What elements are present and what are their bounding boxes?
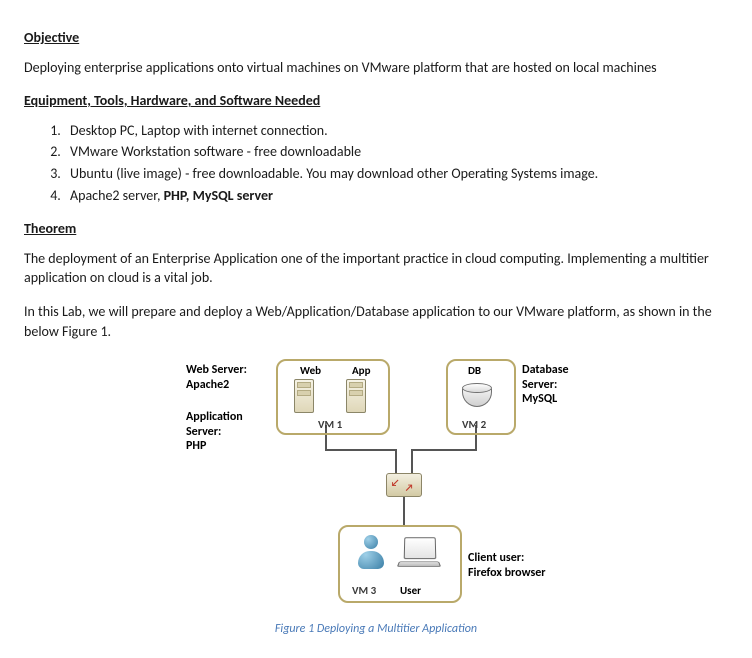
app-server-line1: Application: [186, 410, 243, 424]
objective-heading: Objective: [24, 28, 728, 48]
list-item: VMware Workstation software - free downl…: [64, 142, 728, 162]
db-server-line1: Database: [522, 363, 569, 377]
app-label: App: [352, 363, 370, 378]
laptop-icon: [398, 537, 438, 565]
app-server-icon: [346, 379, 366, 419]
web-server-line1: Web Server:: [186, 363, 247, 377]
web-server-line2: Apache2: [186, 378, 229, 392]
equipment-list: Desktop PC, Laptop with internet connect…: [64, 121, 728, 205]
figure-caption: Figure 1 Deploying a Multitier Applicati…: [275, 621, 477, 638]
db-server-line2: Server:: [522, 378, 557, 392]
figure: Web Server: Apache2 Application Server: …: [24, 355, 728, 638]
list-item: Apache2 server, PHP, MySQL server: [64, 186, 728, 206]
web-server-label: Web Server: Apache2: [186, 363, 247, 392]
theorem-p1: The deployment of an Enterprise Applicat…: [24, 249, 728, 288]
app-server-line3: PHP: [186, 439, 206, 453]
db-server-line3: MySQL: [522, 392, 557, 406]
vm2-label: VM 2: [462, 417, 486, 432]
client-label: Client user: Firefox browser: [468, 551, 546, 580]
list-item-bold: PHP, MySQL server: [164, 187, 273, 204]
web-server-icon: [294, 379, 314, 419]
vm3-label: VM 3: [352, 583, 376, 598]
objective-text: Deploying enterprise applications onto v…: [24, 58, 728, 78]
theorem-heading: Theorem: [24, 219, 728, 239]
diagram: Web Server: Apache2 Application Server: …: [166, 355, 586, 615]
theorem-p2: In this Lab, we will prepare and deploy …: [24, 302, 728, 341]
vm1-label: VM 1: [318, 417, 342, 432]
app-server-label: Application Server: PHP: [186, 410, 243, 453]
db-label: DB: [468, 363, 481, 378]
list-item: Ubuntu (live image) - free downloadable.…: [64, 164, 728, 184]
db-server-label: Database Server: MySQL: [522, 363, 569, 406]
app-server-line2: Server:: [186, 425, 221, 439]
list-item-prefix: Apache2 server,: [70, 187, 164, 204]
user-icon: [356, 535, 386, 569]
client-line2: Firefox browser: [468, 566, 546, 580]
switch-icon: ↙ ↗: [386, 473, 422, 497]
web-label: Web: [300, 363, 321, 378]
client-line1: Client user:: [468, 551, 524, 565]
equipment-heading: Equipment, Tools, Hardware, and Software…: [24, 91, 728, 111]
user-label: User: [400, 583, 421, 598]
db-icon: [462, 383, 492, 407]
list-item: Desktop PC, Laptop with internet connect…: [64, 121, 728, 141]
